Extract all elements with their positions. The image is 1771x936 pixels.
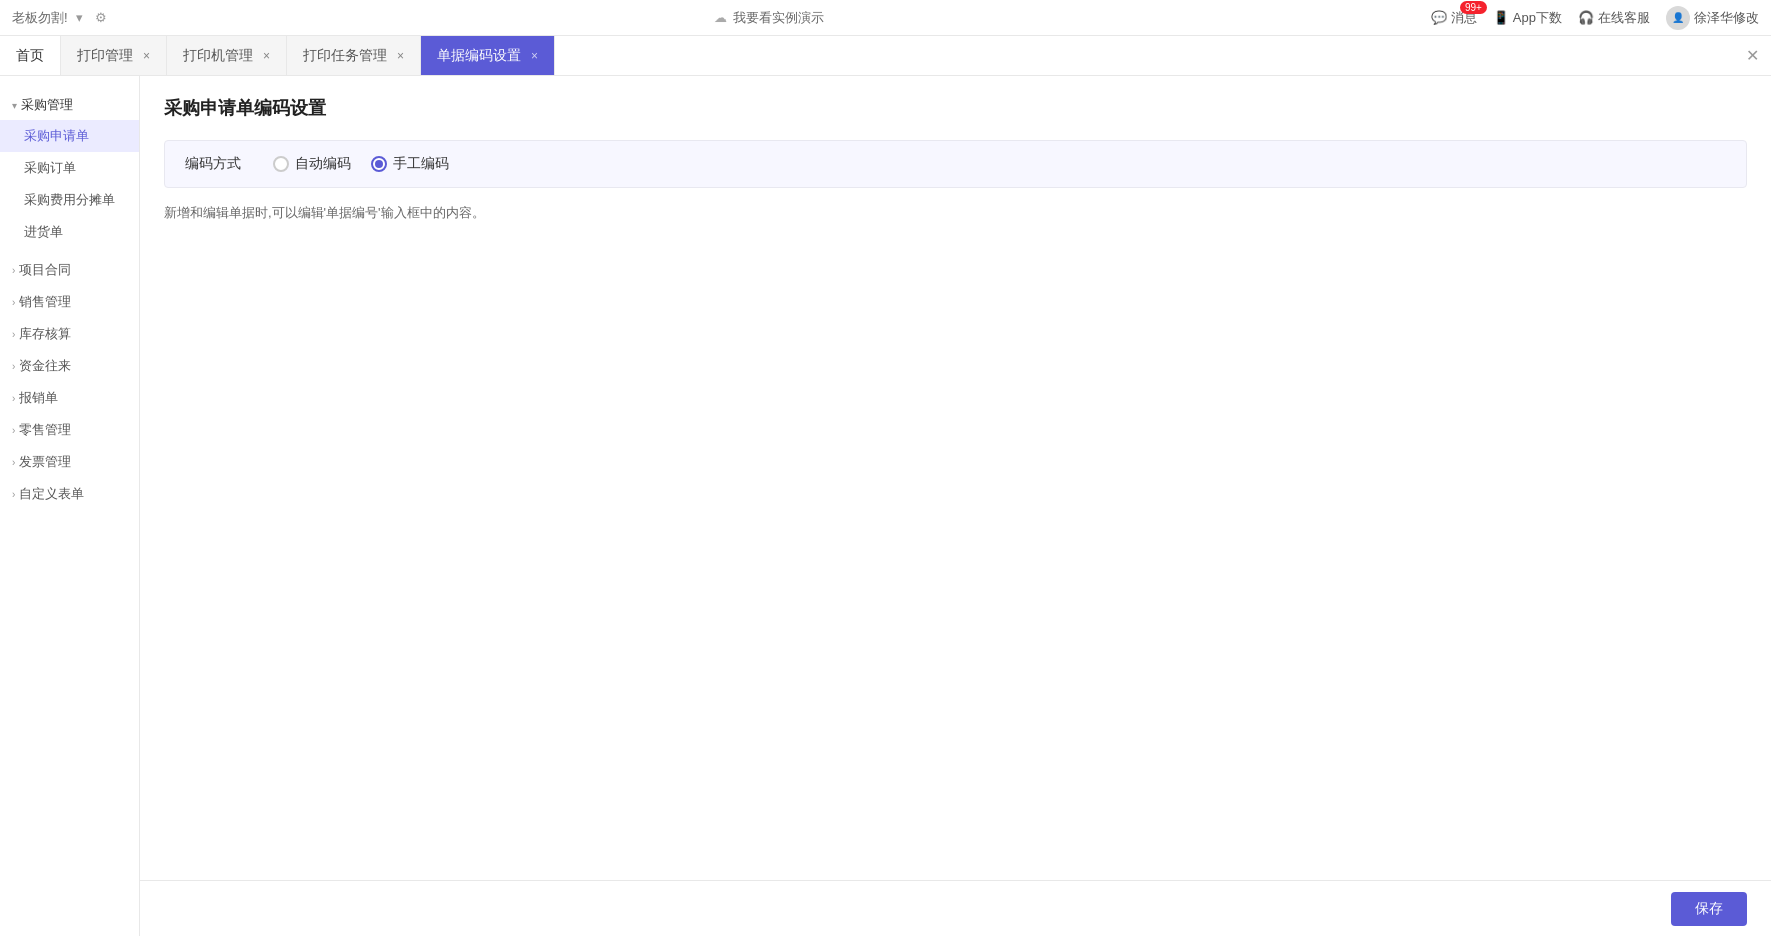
radio-group: 自动编码 手工编码 xyxy=(273,155,449,173)
app-download-btn[interactable]: 📱 App下数 xyxy=(1493,9,1562,27)
message-btn[interactable]: 💬 消息 99+ xyxy=(1431,9,1477,27)
sidebar-item-purchase-request-label: 采购申请单 xyxy=(24,127,89,145)
demo-area[interactable]: ☁ 我要看实例演示 xyxy=(714,9,824,27)
content-footer: 保存 xyxy=(140,880,1771,936)
content-main: 采购申请单编码设置 编码方式 自动编码 手工编码 新增和编辑单据时,可以编辑'单… xyxy=(140,76,1771,880)
tab-print-mgmt-label: 打印管理 xyxy=(77,47,133,65)
chevron-right-icon-4: › xyxy=(12,361,15,372)
online-service-btn[interactable]: 🎧 在线客服 xyxy=(1578,9,1650,27)
sidebar-group-invoice-label: 发票管理 xyxy=(19,453,71,471)
sidebar-item-purchase-expense-label: 采购费用分摊单 xyxy=(24,191,115,209)
radio-auto-circle xyxy=(273,156,289,172)
tab-print-task[interactable]: 打印任务管理 × xyxy=(287,36,421,75)
tab-printer-mgmt-close[interactable]: × xyxy=(263,49,270,63)
sidebar-item-stock-in-label: 进货单 xyxy=(24,223,63,241)
manual-code-label: 手工编码 xyxy=(393,155,449,173)
tab-single-code-close[interactable]: × xyxy=(531,49,538,63)
chevron-right-icon-2: › xyxy=(12,297,15,308)
online-service-label: 在线客服 xyxy=(1598,9,1650,27)
sidebar-item-purchase-order[interactable]: 采购订单 xyxy=(0,152,139,184)
info-text: 新增和编辑单据时,可以编辑'单据编号'输入框中的内容。 xyxy=(164,204,1747,222)
chevron-right-icon-6: › xyxy=(12,425,15,436)
cloud-icon: ☁ xyxy=(714,10,727,25)
sidebar-group-sales[interactable]: › 销售管理 xyxy=(0,286,139,318)
tab-print-mgmt-close[interactable]: × xyxy=(143,49,150,63)
sidebar-group-custom-form[interactable]: › 自定义表单 xyxy=(0,478,139,510)
sidebar-group-finance-label: 资金往来 xyxy=(19,357,71,375)
tab-print-task-label: 打印任务管理 xyxy=(303,47,387,65)
chevron-down-icon: ▾ xyxy=(12,100,17,111)
window-close-btn[interactable]: ✕ xyxy=(1746,46,1759,65)
top-right-area: 💬 消息 99+ 📱 App下数 🎧 在线客服 👤 徐泽华修改 xyxy=(1431,6,1759,30)
user-name: 徐泽华修改 xyxy=(1694,9,1759,27)
brand-area: 老板勿割! ▾ ⚙ xyxy=(12,9,107,27)
message-badge: 99+ xyxy=(1460,1,1487,14)
sidebar-group-purchase-label: 采购管理 xyxy=(21,96,73,114)
sidebar-group-retail-label: 零售管理 xyxy=(19,421,71,439)
save-button[interactable]: 保存 xyxy=(1671,892,1747,926)
sidebar-group-invoice[interactable]: › 发票管理 xyxy=(0,446,139,478)
sidebar-group-expense-label: 报销单 xyxy=(19,389,58,407)
sidebar-group-project[interactable]: › 项目合同 xyxy=(0,254,139,286)
encoding-section: 编码方式 自动编码 手工编码 xyxy=(164,140,1747,188)
app-download-label: App下数 xyxy=(1513,9,1562,27)
encoding-method-label: 编码方式 xyxy=(185,155,241,173)
radio-manual-code[interactable]: 手工编码 xyxy=(371,155,449,173)
settings-icon[interactable]: ⚙ xyxy=(95,10,107,25)
dropdown-icon[interactable]: ▾ xyxy=(76,10,83,25)
sidebar-group-inventory-label: 库存核算 xyxy=(19,325,71,343)
chevron-right-icon-8: › xyxy=(12,489,15,500)
main-layout: ▾ 采购管理 采购申请单 采购订单 采购费用分摊单 进货单 › 项目合同 › 销… xyxy=(0,76,1771,936)
radio-manual-circle xyxy=(371,156,387,172)
chevron-right-icon-7: › xyxy=(12,457,15,468)
content-area: 采购申请单编码设置 编码方式 自动编码 手工编码 新增和编辑单据时,可以编辑'单… xyxy=(140,76,1771,936)
tab-single-code[interactable]: 单据编码设置 × xyxy=(421,36,555,75)
sidebar-item-purchase-order-label: 采购订单 xyxy=(24,159,76,177)
avatar: 👤 xyxy=(1666,6,1690,30)
sidebar-group-purchase[interactable]: ▾ 采购管理 xyxy=(0,90,139,120)
user-area[interactable]: 👤 徐泽华修改 xyxy=(1666,6,1759,30)
sidebar-group-custom-form-label: 自定义表单 xyxy=(19,485,84,503)
tab-printer-mgmt-label: 打印机管理 xyxy=(183,47,253,65)
tab-print-mgmt[interactable]: 打印管理 × xyxy=(61,36,167,75)
chevron-right-icon-3: › xyxy=(12,329,15,340)
sidebar-group-retail[interactable]: › 零售管理 xyxy=(0,414,139,446)
headset-icon: 🎧 xyxy=(1578,10,1594,25)
tab-printer-mgmt[interactable]: 打印机管理 × xyxy=(167,36,287,75)
tab-home-label: 首页 xyxy=(16,47,44,65)
sidebar-group-project-label: 项目合同 xyxy=(19,261,71,279)
sidebar-item-purchase-expense[interactable]: 采购费用分摊单 xyxy=(0,184,139,216)
demo-text: 我要看实例演示 xyxy=(733,9,824,27)
chevron-right-icon-5: › xyxy=(12,393,15,404)
sidebar-group-finance[interactable]: › 资金往来 xyxy=(0,350,139,382)
page-title: 采购申请单编码设置 xyxy=(164,96,1747,120)
sidebar-group-expense[interactable]: › 报销单 xyxy=(0,382,139,414)
sidebar-section-purchase: ▾ 采购管理 采购申请单 采购订单 采购费用分摊单 进货单 xyxy=(0,84,139,254)
sidebar-item-purchase-request[interactable]: 采购申请单 xyxy=(0,120,139,152)
message-icon: 💬 xyxy=(1431,10,1447,25)
top-bar: 老板勿割! ▾ ⚙ ☁ 我要看实例演示 💬 消息 99+ 📱 App下数 🎧 在… xyxy=(0,0,1771,36)
brand-text: 老板勿割! xyxy=(12,9,68,27)
chevron-right-icon: › xyxy=(12,265,15,276)
sidebar: ▾ 采购管理 采购申请单 采购订单 采购费用分摊单 进货单 › 项目合同 › 销… xyxy=(0,76,140,936)
tab-single-code-label: 单据编码设置 xyxy=(437,47,521,65)
sidebar-item-stock-in[interactable]: 进货单 xyxy=(0,216,139,248)
radio-auto-code[interactable]: 自动编码 xyxy=(273,155,351,173)
tab-bar-end: ✕ xyxy=(1746,36,1771,75)
tab-print-task-close[interactable]: × xyxy=(397,49,404,63)
app-icon: 📱 xyxy=(1493,10,1509,25)
sidebar-group-inventory[interactable]: › 库存核算 xyxy=(0,318,139,350)
sidebar-group-sales-label: 销售管理 xyxy=(19,293,71,311)
tab-bar: 首页 打印管理 × 打印机管理 × 打印任务管理 × 单据编码设置 × ✕ xyxy=(0,36,1771,76)
tab-home[interactable]: 首页 xyxy=(0,36,61,75)
auto-code-label: 自动编码 xyxy=(295,155,351,173)
